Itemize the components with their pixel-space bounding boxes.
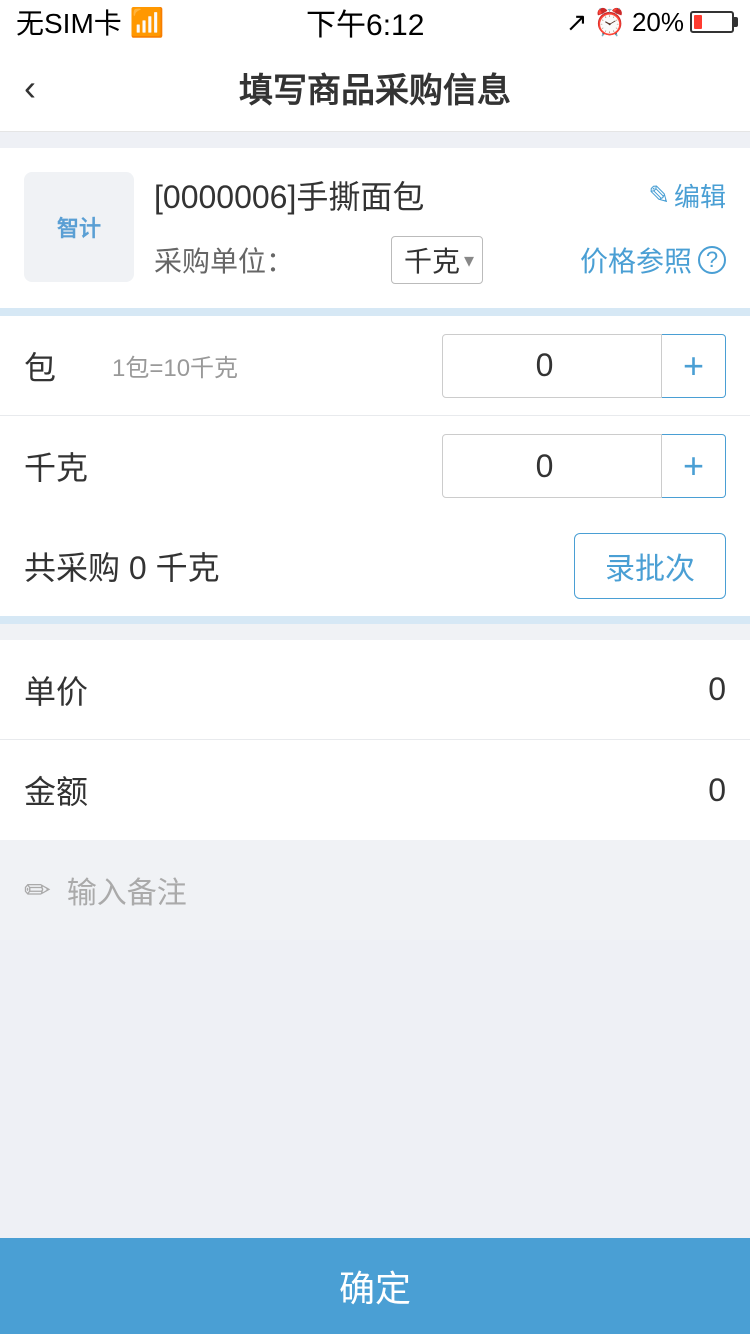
price-value: 0 xyxy=(708,671,726,708)
unit-dropdown[interactable]: 千克 ▾ xyxy=(391,236,483,284)
input-row-bao: 包 1包=10千克 + xyxy=(0,316,750,416)
dropdown-arrow-icon: ▾ xyxy=(464,248,474,273)
info-row-price: 单价 0 xyxy=(0,640,750,740)
info-section: 单价 0 金额 0 xyxy=(0,640,750,840)
record-batch-button[interactable]: 录批次 xyxy=(574,533,726,599)
status-right: ↗ ⏰ 20% xyxy=(566,7,734,38)
purchase-unit-row: 采购单位： 千克 ▾ 价格参照 ? xyxy=(154,236,726,284)
content-area xyxy=(0,940,750,1280)
amount-value: 0 xyxy=(708,772,726,809)
alarm-icon: ⏰ xyxy=(594,7,626,38)
edit-icon: ✎ xyxy=(648,180,670,211)
edit-label: 编辑 xyxy=(674,177,726,214)
page-title: 填写商品采购信息 xyxy=(239,63,511,112)
status-bar: 无SIM卡 📶 下午6:12 ↗ ⏰ 20% xyxy=(0,0,750,44)
battery-percent: 20% xyxy=(632,7,684,38)
qty-input-kg[interactable] xyxy=(442,434,662,498)
product-name: [0000006]手撕面包 xyxy=(154,172,424,218)
carrier-label: 无SIM卡 xyxy=(16,2,122,42)
note-section[interactable]: ✏ 输入备注 xyxy=(0,840,750,940)
confirm-label: 确定 xyxy=(339,1260,411,1312)
plus-btn-kg[interactable]: + xyxy=(662,434,726,498)
row-label-kg: 千克 xyxy=(24,443,104,489)
product-card: 智计 [0000006]手撕面包 ✎ 编辑 采购单位： 千克 ▾ 价格参照 ? xyxy=(0,148,750,308)
row-sublabel-bao: 1包=10千克 xyxy=(112,348,442,383)
input-row-kg: 千克 + xyxy=(0,416,750,516)
amount-label: 金额 xyxy=(24,767,88,813)
edit-button[interactable]: ✎ 编辑 xyxy=(648,177,726,214)
qty-wrap-kg: + xyxy=(442,434,726,498)
product-header: [0000006]手撕面包 ✎ 编辑 xyxy=(154,172,726,218)
qty-wrap-bao: + xyxy=(442,334,726,398)
price-ref-label: 价格参照 xyxy=(580,240,692,280)
wifi-icon: 📶 xyxy=(130,6,165,39)
note-placeholder: 输入备注 xyxy=(67,868,187,912)
info-row-amount: 金额 0 xyxy=(0,740,750,840)
time-label: 下午6:12 xyxy=(306,0,424,44)
note-icon: ✏ xyxy=(24,871,51,909)
plus-btn-bao[interactable]: + xyxy=(662,334,726,398)
battery-icon xyxy=(690,11,734,33)
back-button[interactable]: ‹ xyxy=(24,67,36,109)
unit-value: 千克 xyxy=(404,240,460,280)
product-info: [0000006]手撕面包 ✎ 编辑 采购单位： 千克 ▾ 价格参照 ? xyxy=(154,172,726,284)
qty-input-bao[interactable] xyxy=(442,334,662,398)
status-left: 无SIM卡 📶 xyxy=(16,2,165,42)
summary-row: 共采购 0 千克 录批次 xyxy=(0,516,750,616)
price-ref-icon: ? xyxy=(698,246,726,274)
input-section: 包 1包=10千克 + 千克 + xyxy=(0,316,750,516)
unit-label: 采购单位： xyxy=(154,240,294,280)
row-label-bao: 包 xyxy=(24,343,104,389)
price-ref-button[interactable]: 价格参照 ? xyxy=(580,240,726,280)
nav-bar: ‹ 填写商品采购信息 xyxy=(0,44,750,132)
price-label: 单价 xyxy=(24,667,88,713)
product-image-text: 智计 xyxy=(57,211,101,243)
summary-text: 共采购 0 千克 xyxy=(24,543,220,589)
product-image: 智计 xyxy=(24,172,134,282)
confirm-button[interactable]: 确定 xyxy=(0,1238,750,1334)
location-icon: ↗ xyxy=(566,7,588,38)
blue-divider xyxy=(0,308,750,316)
top-divider xyxy=(0,132,750,148)
mid-divider xyxy=(0,616,750,624)
